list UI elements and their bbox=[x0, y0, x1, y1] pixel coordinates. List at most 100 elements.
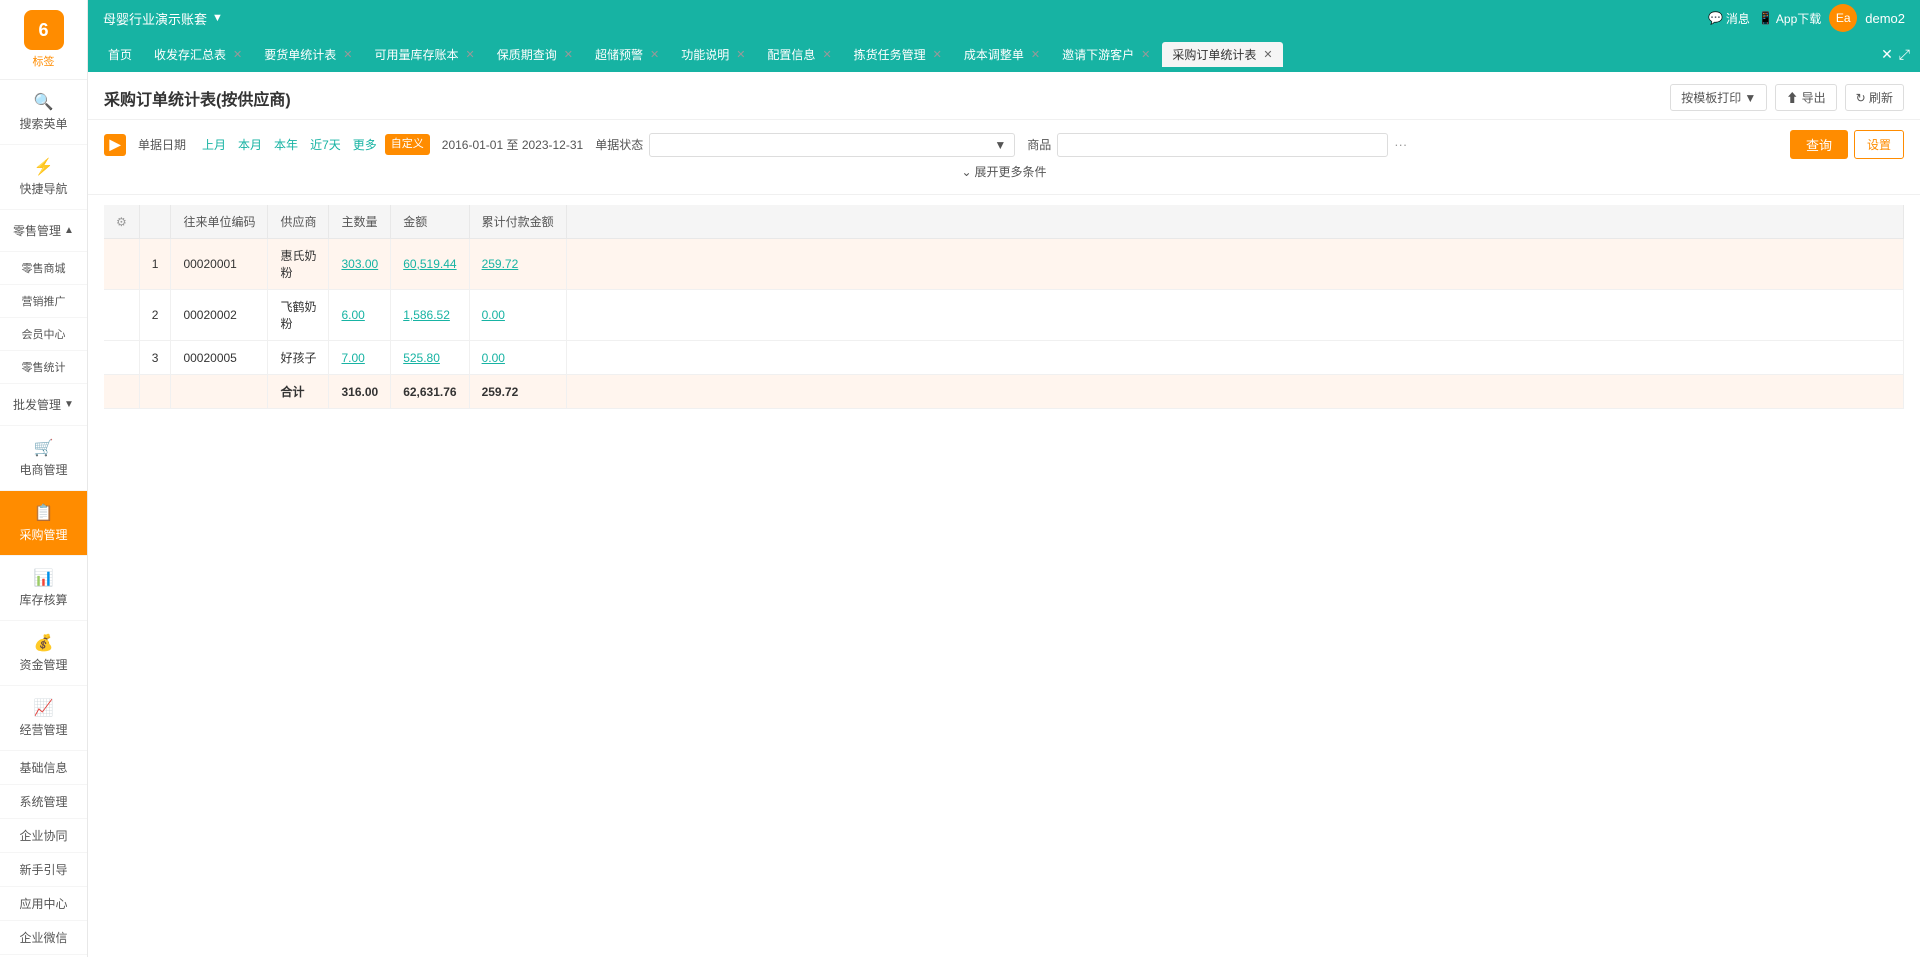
tab-purchase-stat-close[interactable]: ✕ bbox=[1263, 48, 1272, 61]
sidebar-item-apps-label: 应用中心 bbox=[19, 895, 67, 912]
table-header: ⚙ 往来单位编码 供应商 主数量 金额 累计付款金额 bbox=[104, 205, 1904, 239]
tab-config[interactable]: 配置信息 ✕ bbox=[757, 42, 841, 67]
product-input-more-icon[interactable]: ··· bbox=[1394, 137, 1407, 152]
row3-code: 00020005 bbox=[171, 341, 268, 375]
status-select-arrow: ▼ bbox=[994, 138, 1006, 152]
sidebar-item-member[interactable]: 会员中心 bbox=[0, 318, 87, 351]
refresh-button[interactable]: ↻ 刷新 bbox=[1845, 84, 1904, 111]
tab-cost[interactable]: 成本调整单 ✕ bbox=[954, 42, 1050, 67]
tab-overstock[interactable]: 超储预警 ✕ bbox=[585, 42, 669, 67]
footer-code-cell bbox=[171, 375, 268, 409]
row3-settings-cell bbox=[104, 341, 139, 375]
app-download-button[interactable]: 📱 App下载 bbox=[1758, 10, 1821, 27]
sidebar-item-enterprise[interactable]: 企业协同 bbox=[0, 819, 87, 853]
sidebar-item-inventory[interactable]: 📊 库存核算 bbox=[0, 556, 87, 621]
inventory-icon: 📊 bbox=[34, 568, 54, 588]
tab-picking[interactable]: 拣货任务管理 ✕ bbox=[844, 42, 952, 67]
sidebar-item-apps[interactable]: 应用中心 bbox=[0, 887, 87, 921]
sidebar-item-retail[interactable]: 零售管理 ▲ bbox=[0, 210, 87, 252]
sidebar-item-purchase[interactable]: 📋 采购管理 bbox=[0, 491, 87, 556]
sidebar-item-wechat[interactable]: 企业微信 bbox=[0, 921, 87, 955]
sidebar-item-wholesale[interactable]: 批发管理 ▼ bbox=[0, 384, 87, 426]
date-7days-btn[interactable]: 近7天 bbox=[306, 134, 345, 155]
row2-paid[interactable]: 0.00 bbox=[469, 290, 566, 341]
expand-conditions-button[interactable]: ⌄ 展开更多条件 bbox=[961, 163, 1046, 180]
tab-demand[interactable]: 要货单统计表 ✕ bbox=[254, 42, 362, 67]
search-button[interactable]: 查询 bbox=[1790, 130, 1848, 159]
tab-inventory-label: 可用量库存账本 bbox=[374, 46, 458, 63]
row3-paid[interactable]: 0.00 bbox=[469, 341, 566, 375]
col-supplier-header: 供应商 bbox=[268, 205, 329, 239]
column-settings-icon[interactable]: ⚙ bbox=[116, 215, 127, 229]
col-settings-header[interactable]: ⚙ bbox=[104, 205, 139, 239]
tab-inventory[interactable]: 可用量库存账本 ✕ bbox=[364, 42, 484, 67]
app-download-icon: 📱 bbox=[1758, 11, 1773, 25]
product-search-input[interactable] bbox=[1057, 133, 1388, 157]
sidebar-item-member-label: 会员中心 bbox=[22, 326, 66, 342]
tab-warranty[interactable]: 保质期查询 ✕ bbox=[487, 42, 583, 67]
avatar[interactable]: Ea bbox=[1829, 4, 1857, 32]
row1-paid[interactable]: 259.72 bbox=[469, 239, 566, 290]
row2-index: 2 bbox=[139, 290, 171, 341]
table-row: 3 00020005 好孩子 7.00 525.80 0.00 bbox=[104, 341, 1904, 375]
date-last-month-btn[interactable]: 上月 bbox=[198, 134, 230, 155]
main-area: 母婴行业演示账套 ▼ 💬 消息 📱 App下载 Ea demo2 首页 bbox=[88, 0, 1920, 957]
sidebar-item-newbie[interactable]: 新手引导 bbox=[0, 853, 87, 887]
tab-picking-close[interactable]: ✕ bbox=[933, 48, 942, 61]
tab-cost-label: 成本调整单 bbox=[964, 46, 1024, 63]
wholesale-expand-icon: ▼ bbox=[64, 399, 74, 410]
tab-function[interactable]: 功能说明 ✕ bbox=[671, 42, 755, 67]
tab-config-label: 配置信息 bbox=[767, 46, 815, 63]
sidebar-item-newbie-label: 新手引导 bbox=[19, 861, 67, 878]
tab-invite-close[interactable]: ✕ bbox=[1141, 48, 1150, 61]
tab-home[interactable]: 首页 bbox=[98, 42, 142, 67]
tab-function-close[interactable]: ✕ bbox=[736, 48, 745, 61]
filter-toggle-button[interactable]: ▶ bbox=[104, 134, 126, 156]
tab-receive-close[interactable]: ✕ bbox=[233, 48, 242, 61]
tab-invite[interactable]: 邀请下游客户 ✕ bbox=[1052, 42, 1160, 67]
settings-button[interactable]: 设置 bbox=[1854, 130, 1904, 159]
sidebar-item-search[interactable]: 🔍 搜索英单 bbox=[0, 80, 87, 145]
date-filter-label: 单据日期 bbox=[138, 136, 186, 153]
sidebar-item-operations[interactable]: 📈 经营管理 bbox=[0, 686, 87, 751]
row3-amount[interactable]: 525.80 bbox=[391, 341, 469, 375]
product-filter-label: 商品 bbox=[1027, 136, 1051, 153]
tab-config-close[interactable]: ✕ bbox=[822, 48, 831, 61]
date-more-btn[interactable]: 更多 bbox=[349, 134, 381, 155]
date-this-year-btn[interactable]: 本年 bbox=[270, 134, 302, 155]
template-print-button[interactable]: 按模板打印 ▼ bbox=[1670, 84, 1767, 111]
tab-overstock-close[interactable]: ✕ bbox=[650, 48, 659, 61]
expand-row: ⌄ 展开更多条件 bbox=[104, 159, 1904, 184]
sidebar-item-shortcut[interactable]: ⚡ 快捷导航 bbox=[0, 145, 87, 210]
export-button[interactable]: ⬆ 导出 bbox=[1775, 84, 1836, 111]
sidebar-item-system[interactable]: 系统管理 bbox=[0, 785, 87, 819]
window-maximize-icon[interactable]: ⤢ bbox=[1899, 46, 1910, 63]
col-extra-header bbox=[566, 205, 1903, 239]
tab-warranty-label: 保质期查询 bbox=[497, 46, 557, 63]
message-button[interactable]: 💬 消息 bbox=[1708, 10, 1750, 27]
date-this-month-btn[interactable]: 本月 bbox=[234, 134, 266, 155]
row3-quantity[interactable]: 7.00 bbox=[329, 341, 391, 375]
tab-purchase-stat[interactable]: 采购订单统计表 ✕ bbox=[1162, 42, 1282, 67]
tab-demand-close[interactable]: ✕ bbox=[343, 48, 352, 61]
workspace-selector[interactable]: 母婴行业演示账套 ▼ bbox=[103, 9, 223, 28]
status-select[interactable]: ▼ bbox=[649, 133, 1015, 157]
logo-icon: 6 bbox=[24, 10, 64, 50]
tab-warranty-close[interactable]: ✕ bbox=[564, 48, 573, 61]
sidebar-item-basic[interactable]: 基础信息 bbox=[0, 751, 87, 785]
tab-receive[interactable]: 收发存汇总表 ✕ bbox=[144, 42, 252, 67]
sidebar-item-ecommerce[interactable]: 🛒 电商管理 bbox=[0, 426, 87, 491]
sidebar-item-finance[interactable]: 💰 资金管理 bbox=[0, 621, 87, 686]
row1-amount[interactable]: 60,519.44 bbox=[391, 239, 469, 290]
window-close-icon[interactable]: ✕ bbox=[1881, 46, 1893, 63]
sidebar-item-retail-stat[interactable]: 零售统计 bbox=[0, 351, 87, 384]
row2-quantity[interactable]: 6.00 bbox=[329, 290, 391, 341]
row1-quantity[interactable]: 303.00 bbox=[329, 239, 391, 290]
tab-inventory-close[interactable]: ✕ bbox=[466, 48, 475, 61]
sidebar-item-marketing[interactable]: 营销推广 bbox=[0, 285, 87, 318]
tab-cost-close[interactable]: ✕ bbox=[1031, 48, 1040, 61]
sidebar-item-enterprise-label: 企业协同 bbox=[19, 827, 67, 844]
footer-row: 合计 316.00 62,631.76 259.72 bbox=[104, 375, 1904, 409]
row2-amount[interactable]: 1,586.52 bbox=[391, 290, 469, 341]
sidebar-item-retail-store[interactable]: 零售商城 bbox=[0, 252, 87, 285]
